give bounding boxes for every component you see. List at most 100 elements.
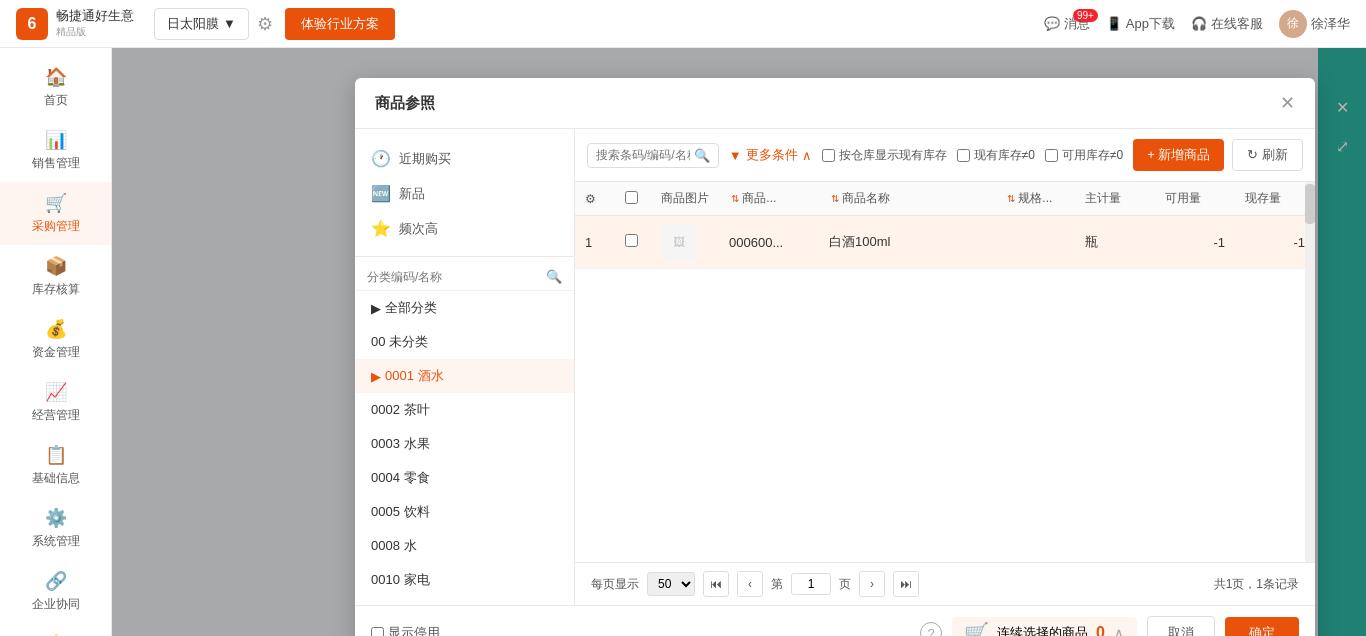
warehouse-label: 按仓库显示现有库存 [839,147,947,164]
sidebar-item-guide[interactable]: 🌟 新手引导 [0,623,111,636]
cat-item-6[interactable]: 0008 水 [355,529,574,563]
usable-ne0-checkbox-label[interactable]: 可用库存≠0 [1045,147,1123,164]
logo-area: 6 畅捷通好生意 精品版 [16,8,134,40]
online-service-nav-item[interactable]: 🎧 在线客服 [1191,15,1263,33]
warehouse-checkbox-label[interactable]: 按仓库显示现有库存 [822,147,947,164]
last-page-button[interactable]: ⏭ [893,571,919,597]
online-service-label: 在线客服 [1211,15,1263,33]
recent-purchase-item[interactable]: 🕐 近期购买 [355,141,574,176]
next-page-button[interactable]: › [859,571,885,597]
usable-ne0-checkbox[interactable] [1045,149,1058,162]
sort-icon-spec: ⇅ [1007,193,1015,204]
help-icon[interactable]: ? [920,622,942,636]
add-product-button[interactable]: + 新增商品 [1133,139,1224,171]
per-page-select[interactable]: 50 [647,572,695,596]
sidebar-item-finance[interactable]: 💰 资金管理 [0,308,111,371]
cat-item-7[interactable]: 0010 家电 [355,563,574,597]
usable-ne0-label: 可用库存≠0 [1062,147,1123,164]
col-header-setting[interactable]: ⚙ [575,182,615,216]
category-search-input[interactable] [367,270,540,284]
table-row[interactable]: 1 🖼 000600... [575,216,1315,269]
sidebar-item-home[interactable]: 🏠 首页 [0,56,111,119]
cat-item-1[interactable]: ▶ 0001 酒水 [355,359,574,393]
top-nav: 6 畅捷通好生意 精品版 日太阳膜 ▼ ⚙ 体验行业方案 💬 消息 99+ 📱 … [0,0,1366,48]
row-checkbox[interactable] [625,234,638,247]
new-product-item[interactable]: 🆕 新品 [355,176,574,211]
message-nav-item[interactable]: 💬 消息 99+ [1044,15,1090,33]
high-frequency-item[interactable]: ⭐ 频次高 [355,211,574,246]
col-header-name[interactable]: ⇅ 商品名称 [819,182,995,216]
col-available-label: 可用量 [1165,191,1201,205]
sidebar-label-sales: 销售管理 [32,155,80,172]
cancel-button[interactable]: 取消 [1147,616,1215,636]
system-icon: ⚙️ [45,507,67,529]
sidebar-item-purchase[interactable]: 🛒 采购管理 [0,182,111,245]
nav-selector[interactable]: 日太阳膜 ▼ [154,8,249,40]
cat-item-4[interactable]: 0004 零食 [355,461,574,495]
finance-icon: 💰 [45,318,67,340]
col-code-label: 商品... [742,191,776,205]
content-area: 商品参照 ✕ 🕐 近期购买 🆕 新品 [112,48,1366,636]
display-disabled-label[interactable]: 显示停用 [371,624,440,636]
arrow-icon: ▶ [371,301,381,316]
cat-item-all[interactable]: ▶ 全部分类 [355,291,574,325]
row-code: 000600... [719,216,819,269]
user-nav[interactable]: 徐 徐泽华 [1279,10,1350,38]
col-header-available[interactable]: 可用量 [1155,182,1235,216]
cat-item-3[interactable]: 0003 水果 [355,427,574,461]
per-page-label: 每页显示 [591,576,639,593]
display-disabled-checkbox[interactable] [371,627,384,637]
refresh-button[interactable]: ↻ 刷新 [1232,139,1303,171]
cat-item-2[interactable]: 0002 茶叶 [355,393,574,427]
product-search-input[interactable] [596,148,690,162]
product-search-box[interactable]: 🔍 [587,143,719,168]
sidebar-item-sales[interactable]: 📊 销售管理 [0,119,111,182]
cat-item-5[interactable]: 0005 饮料 [355,495,574,529]
warehouse-checkbox[interactable] [822,149,835,162]
settings-icon: ⚙ [585,192,596,206]
cat-item-0[interactable]: 00 未分类 [355,325,574,359]
cart-count: 0 [1096,624,1105,636]
modal-footer: 显示停用 ? 🛒 连续选择的商品 0 ∧ 取消 确定 [355,605,1315,636]
sidebar-item-basic-info[interactable]: 📋 基础信息 [0,434,111,497]
modal-close-button[interactable]: ✕ [1280,92,1295,114]
col-header-stock[interactable]: 现存量 [1235,182,1315,216]
category-list: ▶ 全部分类 00 未分类 ▶ 0001 酒水 0002 茶叶 [355,291,574,597]
sidebar-item-enterprise[interactable]: 🔗 企业协同 [0,560,111,623]
sidebar-label-home: 首页 [44,92,68,109]
row-img: 🖼 [651,216,719,269]
gear-icon[interactable]: ⚙ [257,13,273,35]
chevron-down-icon: ▼ [223,16,236,31]
col-spec-label: 规格... [1018,191,1052,205]
logo-icon: 6 [16,8,48,40]
page-number-input[interactable] [791,573,831,595]
col-header-unit[interactable]: 主计量 [1075,182,1155,216]
highlight-nav-button[interactable]: 体验行业方案 [285,8,395,40]
row-check[interactable] [615,216,651,269]
col-header-img[interactable]: 商品图片 [651,182,719,216]
sidebar-item-system[interactable]: ⚙️ 系统管理 [0,497,111,560]
confirm-button[interactable]: 确定 [1225,617,1299,636]
collapse-icon[interactable]: ∧ [1113,624,1125,637]
col-header-code[interactable]: ⇅ 商品... [719,182,819,216]
table-scrollbar[interactable] [1305,182,1315,562]
cat-label-0: 00 未分类 [371,333,428,351]
available-ne0-checkbox-label[interactable]: 现有库存≠0 [957,147,1035,164]
available-ne0-checkbox[interactable] [957,149,970,162]
scrollbar-thumb[interactable] [1305,184,1315,224]
image-icon: 🖼 [673,235,685,249]
app-download-nav-item[interactable]: 📱 App下载 [1106,15,1175,33]
sidebar-item-inventory[interactable]: 📦 库存核算 [0,245,111,308]
col-header-check[interactable] [615,182,651,216]
sidebar-item-business[interactable]: 📈 经营管理 [0,371,111,434]
search-icon[interactable]: 🔍 [694,148,710,163]
cat-label-all: 全部分类 [385,299,437,317]
first-page-button[interactable]: ⏮ [703,571,729,597]
prev-page-button[interactable]: ‹ [737,571,763,597]
business-icon: 📈 [45,381,67,403]
sort-icon-name: ⇅ [831,193,839,204]
filter-button[interactable]: ▼ 更多条件 ∧ [729,146,812,164]
cat-search-icon[interactable]: 🔍 [546,269,562,284]
select-all-checkbox[interactable] [625,191,638,204]
col-header-spec[interactable]: ⇅ 规格... [995,182,1075,216]
